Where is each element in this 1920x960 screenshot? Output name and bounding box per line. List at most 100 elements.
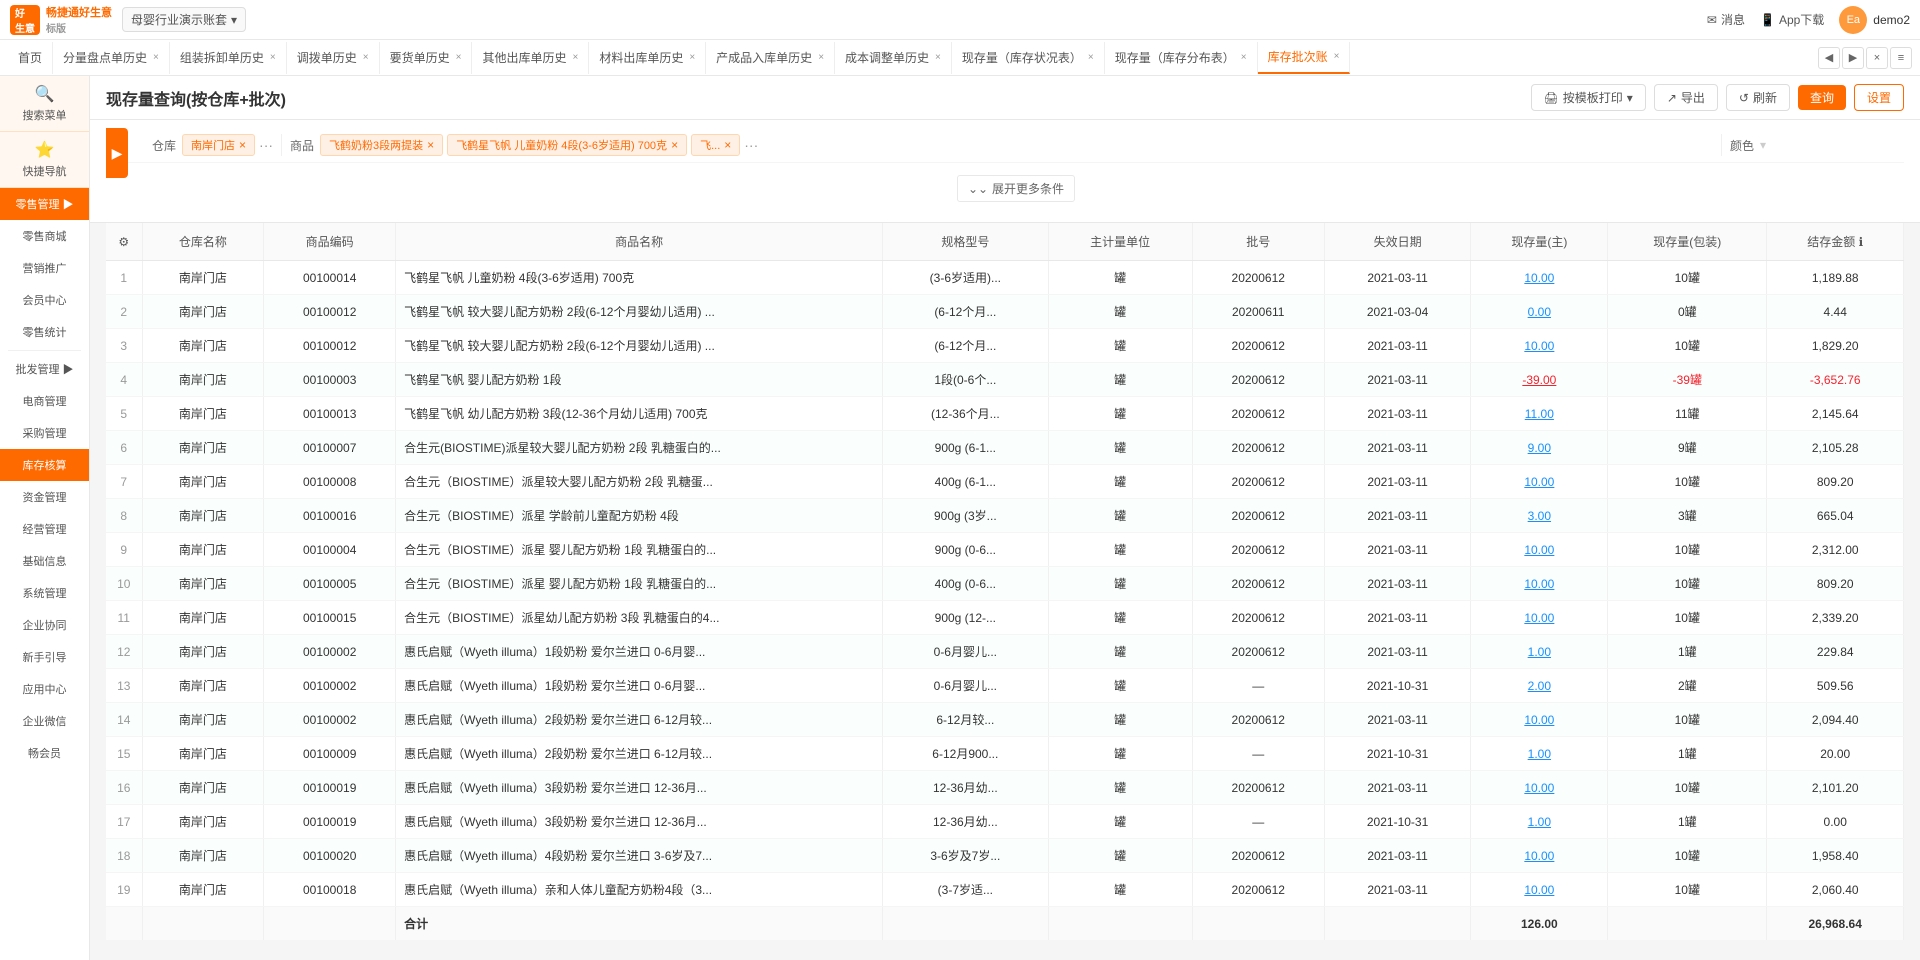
row-qty-main[interactable]: 2.00	[1471, 669, 1608, 703]
row-qty-main[interactable]: 10.00	[1471, 703, 1608, 737]
row-qty-main[interactable]: 1.00	[1471, 805, 1608, 839]
refresh-button[interactable]: ↺ 刷新	[1726, 84, 1790, 111]
tab-close-icon[interactable]: ×	[456, 52, 462, 63]
row-qty-main[interactable]: 1.00	[1471, 635, 1608, 669]
row-qty-main[interactable]: 10.00	[1471, 465, 1608, 499]
row-qty-main[interactable]: 10.00	[1471, 771, 1608, 805]
row-qty-main[interactable]: 9.00	[1471, 431, 1608, 465]
tab-zuzhuangchaijian[interactable]: 组装拆卸单历史 ×	[170, 42, 287, 74]
product-tag-remove-icon[interactable]: ×	[671, 138, 678, 152]
app-download-action[interactable]: 📱 App下载	[1760, 11, 1824, 28]
row-qty-main[interactable]: 10.00	[1471, 873, 1608, 907]
tab-chenben[interactable]: 成本调整单历史 ×	[835, 42, 952, 74]
tab-close-icon[interactable]: ×	[270, 52, 276, 63]
product-tag-remove-icon[interactable]: ×	[724, 138, 731, 152]
tab-close-icon[interactable]: ×	[572, 52, 578, 63]
product-more-button[interactable]: ···	[744, 137, 758, 153]
tab-close-icon[interactable]: ×	[363, 52, 369, 63]
tab-close-icon[interactable]: ×	[689, 52, 695, 63]
chevron-down-icon: ▾	[1760, 138, 1766, 152]
tab-home[interactable]: 首页	[8, 42, 53, 74]
expand-arrow-button[interactable]: ▶	[106, 128, 128, 178]
tab-close-icon[interactable]: ×	[1241, 52, 1247, 63]
row-qty-main[interactable]: 10.00	[1471, 567, 1608, 601]
sidebar-item-member[interactable]: 会员中心	[0, 284, 89, 316]
row-expire: 2021-03-11	[1324, 329, 1471, 363]
sidebar-item-system[interactable]: 系统管理	[0, 577, 89, 609]
sidebar-item-basic[interactable]: 基础信息	[0, 545, 89, 577]
tab-yaohuo[interactable]: 要货单历史 ×	[380, 42, 473, 74]
row-qty-main[interactable]: 10.00	[1471, 329, 1608, 363]
settings-button[interactable]: 设置	[1854, 84, 1904, 111]
warehouse-more-button[interactable]: ···	[259, 137, 273, 153]
row-qty-main[interactable]: -39.00	[1471, 363, 1608, 397]
warehouse-tag-nanandian[interactable]: 南岸门店 ×	[182, 134, 255, 156]
tab-cailiaochuku[interactable]: 材料出库单历史 ×	[589, 42, 706, 74]
row-qty-main[interactable]: 10.00	[1471, 533, 1608, 567]
tab-close-icon[interactable]: ×	[818, 52, 824, 63]
color-select[interactable]: ▾	[1760, 138, 1880, 152]
sidebar-item-retail[interactable]: 零售管理 ▶	[0, 188, 89, 220]
row-qty-main[interactable]: 0.00	[1471, 295, 1608, 329]
tab-xiancun1[interactable]: 现存量（库存状况表） ×	[952, 42, 1105, 74]
col-balance: 结存金额 ℹ	[1767, 223, 1904, 261]
expand-more-button[interactable]: ⌄⌄ 展开更多条件	[957, 175, 1075, 202]
sidebar-item-marketing[interactable]: 营销推广	[0, 252, 89, 284]
sidebar-item-corp[interactable]: 企业协同	[0, 609, 89, 641]
product-tag-1[interactable]: 飞鹤奶粉3段两提装 ×	[320, 134, 443, 156]
print-button[interactable]: 🖨 按模板打印 ▾	[1531, 84, 1646, 111]
sidebar-item-vip[interactable]: 畅会员	[0, 737, 89, 769]
row-batch: 20200612	[1192, 703, 1324, 737]
sidebar-item-stats[interactable]: 零售统计	[0, 316, 89, 348]
nav-next-button[interactable]: ▶	[1842, 47, 1864, 69]
row-num: 2	[106, 295, 142, 329]
sidebar-item-shop[interactable]: 零售商城	[0, 220, 89, 252]
tab-diaobodandan[interactable]: 调拨单历史 ×	[287, 42, 380, 74]
sidebar-item-wholesale[interactable]: 批发管理 ▶	[0, 353, 89, 385]
row-expire: 2021-03-11	[1324, 567, 1471, 601]
product-tag-3[interactable]: 飞... ×	[691, 134, 740, 156]
user-area[interactable]: Ea demo2	[1839, 6, 1910, 34]
nav-prev-button[interactable]: ◀	[1818, 47, 1840, 69]
product-tag-remove-icon[interactable]: ×	[427, 138, 434, 152]
tab-close-icon[interactable]: ×	[1088, 52, 1094, 63]
nav-close-button[interactable]: ×	[1866, 47, 1888, 69]
nav-menu-button[interactable]: ≡	[1890, 47, 1912, 69]
tab-close-icon[interactable]: ×	[153, 52, 159, 63]
sidebar-item-inventory[interactable]: 库存核算	[0, 449, 89, 481]
refresh-icon: ↺	[1739, 91, 1749, 105]
sidebar-item-operations[interactable]: 经营管理	[0, 513, 89, 545]
row-qty-main[interactable]: 10.00	[1471, 839, 1608, 873]
row-qty-main[interactable]: 10.00	[1471, 601, 1608, 635]
sidebar-item-ecommerce[interactable]: 电商管理	[0, 385, 89, 417]
tab-close-icon[interactable]: ×	[1334, 51, 1340, 62]
table-header: ⚙ 仓库名称 商品编码 商品名称 规格型号 主计量单位 批号 失效日期 现存量(…	[106, 223, 1904, 261]
tab-kucunpicizh[interactable]: 库存批次账 ×	[1258, 42, 1351, 74]
warehouse-selector[interactable]: 母婴行业演示账套 ▾	[122, 7, 246, 32]
col-setting[interactable]: ⚙	[106, 223, 142, 261]
sidebar-item-purchase[interactable]: 采购管理	[0, 417, 89, 449]
export-button[interactable]: ↗ 导出	[1654, 84, 1718, 111]
row-qty-main[interactable]: 3.00	[1471, 499, 1608, 533]
tab-xiancun2[interactable]: 现存量（库存分布表） ×	[1105, 42, 1258, 74]
sidebar-quicknav[interactable]: ⭐ 快捷导航	[0, 132, 89, 188]
tab-chengpinruku[interactable]: 产成品入库单历史 ×	[706, 42, 835, 74]
warehouse-tag-remove-icon[interactable]: ×	[239, 138, 246, 152]
row-name: 合生元（BIOSTIME）派星较大婴儿配方奶粉 2段 乳糖蛋...	[396, 465, 883, 499]
tab-qitachuku[interactable]: 其他出库单历史 ×	[472, 42, 589, 74]
sidebar-search[interactable]: 🔍 搜索菜单	[0, 76, 89, 132]
sidebar-item-apps[interactable]: 应用中心	[0, 673, 89, 705]
row-qty-main[interactable]: 11.00	[1471, 397, 1608, 431]
user-name: demo2	[1873, 13, 1910, 27]
row-code: 00100019	[264, 771, 396, 805]
row-qty-main[interactable]: 10.00	[1471, 261, 1608, 295]
tab-close-icon[interactable]: ×	[935, 52, 941, 63]
message-action[interactable]: ✉ 消息	[1707, 11, 1745, 28]
product-tag-2[interactable]: 飞鹤星飞帆 儿童奶粉 4段(3-6岁适用) 700克 ×	[447, 134, 687, 156]
query-button[interactable]: 查询	[1798, 85, 1846, 110]
sidebar-item-finance[interactable]: 资金管理	[0, 481, 89, 513]
tab-fenliangpandian[interactable]: 分量盘点单历史 ×	[53, 42, 170, 74]
sidebar-item-wechat[interactable]: 企业微信	[0, 705, 89, 737]
sidebar-item-guide[interactable]: 新手引导	[0, 641, 89, 673]
row-qty-main[interactable]: 1.00	[1471, 737, 1608, 771]
